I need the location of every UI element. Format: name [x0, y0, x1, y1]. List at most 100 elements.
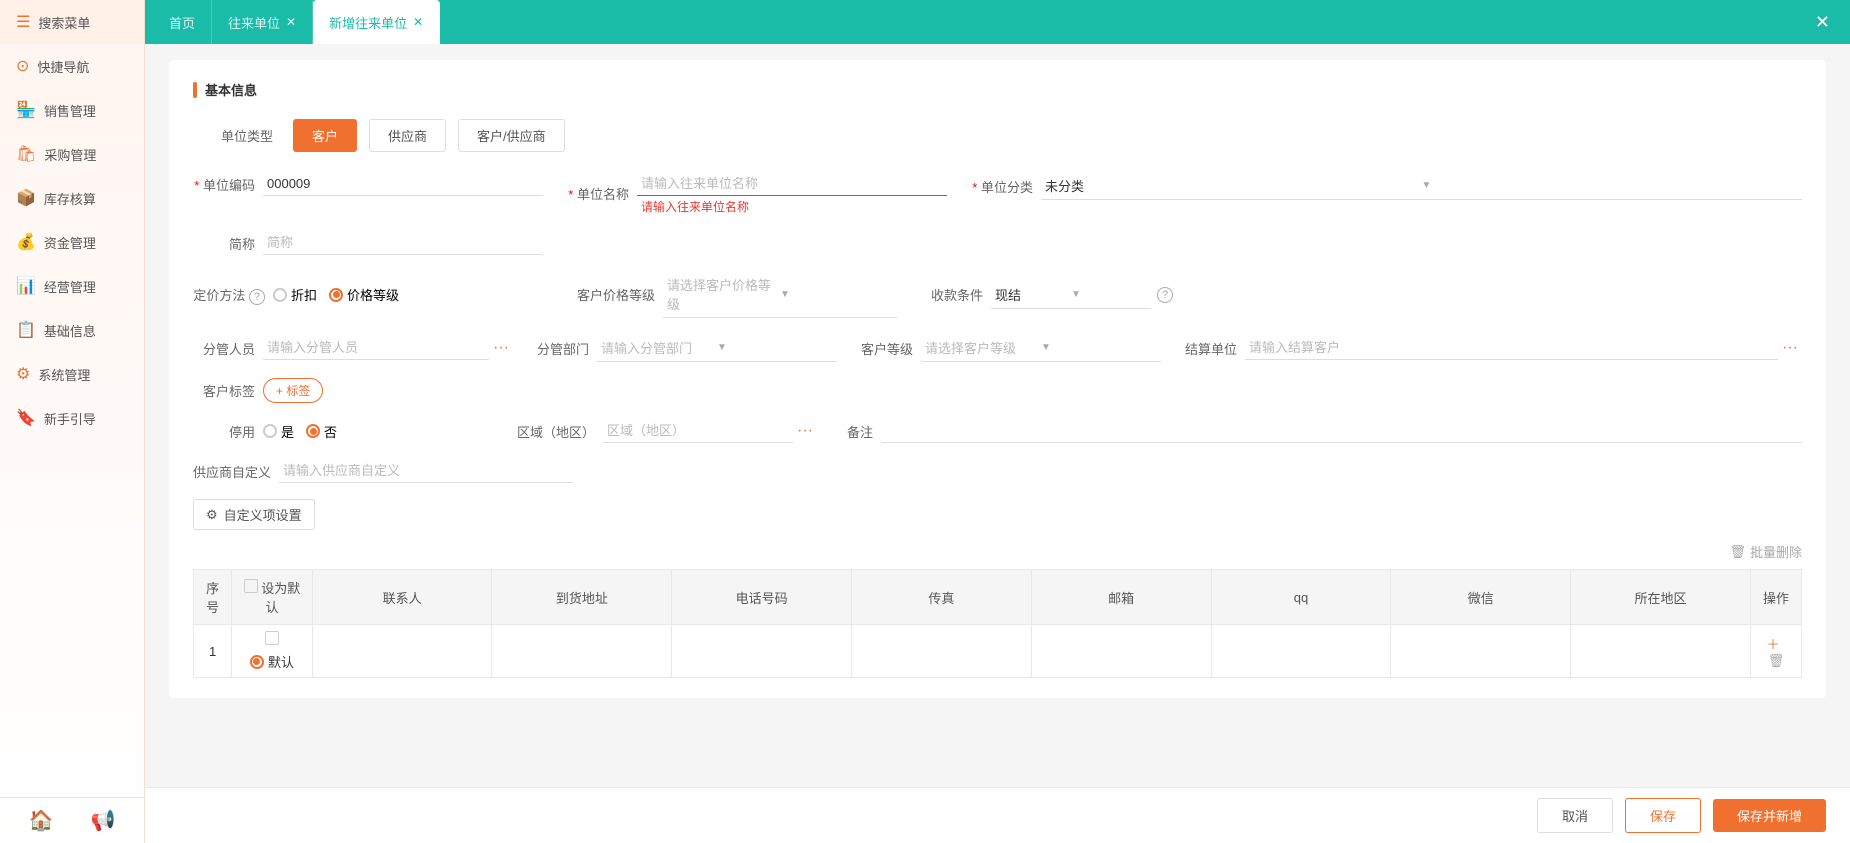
customer-price-level-select[interactable]: 请选择客户价格等级 ▼: [663, 271, 897, 318]
finance-icon: 💰: [16, 232, 36, 252]
sidebar-item-inventory[interactable]: 📦 库存核算: [0, 176, 144, 220]
customer-level-select[interactable]: 请选择客户等级 ▼: [921, 334, 1161, 362]
unit-category-select[interactable]: 未分类 ▼: [1041, 172, 1802, 200]
abbr-input[interactable]: [263, 231, 543, 255]
department-select[interactable]: 请输入分管部门 ▼: [597, 334, 837, 362]
sidebar-item-operation[interactable]: 📊 经营管理: [0, 264, 144, 308]
pricing-help-icon[interactable]: ?: [249, 289, 265, 305]
remark-label: 备注: [841, 422, 881, 441]
supplier-custom-label: 供应商自定义: [193, 462, 279, 481]
payment-terms-select[interactable]: 现结 ▼: [991, 281, 1151, 309]
group-abbr: 简称: [193, 231, 543, 255]
region-input[interactable]: [603, 419, 793, 443]
radio-price-level[interactable]: 价格等级: [329, 285, 399, 304]
btn-customer[interactable]: 客户: [293, 119, 357, 152]
qq-input[interactable]: [1218, 644, 1385, 659]
wechat-input[interactable]: [1397, 644, 1564, 659]
cancel-button[interactable]: 取消: [1537, 798, 1613, 833]
group-settlement-unit: 结算单位 ···: [1185, 336, 1802, 360]
unit-type-row: 单位类型 客户 供应商 客户/供应商: [193, 119, 1802, 152]
table-row: 1 默认: [194, 625, 1802, 678]
form-row-pricing: 定价方法 ? 折扣 价格等级 客户: [193, 271, 1802, 318]
tab-counterparty-close[interactable]: ✕: [286, 15, 296, 29]
td-fax[interactable]: [852, 625, 1032, 678]
sidebar-item-guide[interactable]: 🔖 新手引导: [0, 396, 144, 440]
save-button[interactable]: 保存: [1625, 798, 1701, 833]
purchase-icon: 🛍: [16, 144, 36, 164]
sidebar-item-finance[interactable]: 💰 资金管理: [0, 220, 144, 264]
btn-both[interactable]: 客户/供应商: [458, 119, 565, 152]
sidebar-item-basic[interactable]: 📋 基础信息: [0, 308, 144, 352]
remark-input[interactable]: [881, 419, 1802, 443]
td-address[interactable]: [492, 625, 672, 678]
fax-input[interactable]: [858, 644, 1025, 659]
checkbox-all[interactable]: [244, 579, 258, 593]
unit-name-input[interactable]: [637, 172, 947, 196]
radio-yes[interactable]: 是: [263, 422, 294, 441]
add-tag-button[interactable]: + 标签: [263, 378, 323, 403]
address-input[interactable]: [498, 644, 665, 659]
td-email[interactable]: [1031, 625, 1211, 678]
radio-no[interactable]: 否: [306, 422, 337, 441]
payment-help-icon[interactable]: ?: [1157, 287, 1173, 303]
td-phone[interactable]: [672, 625, 852, 678]
department-label: 分管部门: [537, 339, 597, 358]
tab-counterparty[interactable]: 往来单位 ✕: [212, 0, 313, 44]
th-action: 操作: [1750, 570, 1801, 625]
sidebar-item-quick-nav[interactable]: ⊙ 快捷导航: [0, 44, 144, 88]
tab-home[interactable]: 首页: [153, 0, 212, 44]
btn-supplier[interactable]: 供应商: [369, 119, 446, 152]
window-close-icon[interactable]: ✕: [1803, 12, 1842, 33]
radio-discount[interactable]: 折扣: [273, 285, 317, 304]
row-checkbox[interactable]: [265, 631, 279, 645]
phone-input[interactable]: [678, 644, 845, 659]
email-input[interactable]: [1038, 644, 1205, 659]
manager-input[interactable]: [263, 336, 489, 360]
unit-code-input[interactable]: [263, 172, 543, 196]
tab-new-counterparty[interactable]: 新增往来单位 ✕: [313, 0, 440, 44]
settlement-unit-input[interactable]: [1245, 336, 1778, 360]
gear-icon: ⚙: [206, 507, 218, 523]
sidebar-item-sales[interactable]: 🏪 销售管理: [0, 88, 144, 132]
row-region-input[interactable]: [1577, 644, 1744, 659]
sidebar-item-purchase[interactable]: 🛍 采购管理: [0, 132, 144, 176]
tab-new-counterparty-close[interactable]: ✕: [413, 15, 423, 29]
group-customer-price-level: 客户价格等级 请选择客户价格等级 ▼: [577, 271, 897, 318]
trash-icon: 🗑: [1729, 544, 1746, 560]
tab-bar: 首页 往来单位 ✕ 新增往来单位 ✕ ✕: [145, 0, 1850, 44]
td-seq: 1: [194, 625, 232, 678]
basic-info-card: 基本信息 单位类型 客户 供应商 客户/供应商 * 单位编码 * 单位名称: [169, 60, 1826, 698]
custom-settings-button[interactable]: ⚙ 自定义项设置: [193, 499, 315, 530]
inventory-icon: 📦: [16, 188, 36, 208]
supplier-custom-input[interactable]: [279, 459, 573, 483]
delete-row-icon[interactable]: 🗑: [1768, 653, 1785, 668]
payment-terms-label: 收款条件: [921, 285, 991, 304]
add-row-icon[interactable]: ＋: [1766, 637, 1779, 652]
td-region[interactable]: [1571, 625, 1751, 678]
td-wechat[interactable]: [1391, 625, 1571, 678]
section-title: 基本信息: [193, 80, 1802, 99]
form-row-1: * 单位编码 * 单位名称 请输入往来单位名称 * 单位分类 未分类 ▼: [193, 172, 1802, 215]
home-bottom-icon[interactable]: 🏠: [29, 808, 54, 833]
manager-more-icon[interactable]: ···: [489, 339, 513, 357]
th-contact: 联系人: [312, 570, 492, 625]
group-supplier-custom: 供应商自定义: [193, 459, 573, 483]
region-more-icon[interactable]: ···: [793, 422, 817, 440]
radio-price-level-circle: [329, 288, 343, 302]
batch-delete-button[interactable]: 🗑 批量删除: [1729, 542, 1802, 561]
settlement-more-icon[interactable]: ···: [1778, 339, 1802, 357]
chevron-down-icon: ▼: [780, 289, 893, 300]
set-default-radio[interactable]: 默认: [238, 652, 305, 671]
save-new-button[interactable]: 保存并新增: [1713, 799, 1826, 832]
td-contact[interactable]: [312, 625, 492, 678]
disabled-label: 停用: [193, 422, 263, 441]
radio-discount-label: 折扣: [291, 285, 317, 304]
sidebar-item-search[interactable]: ☰ 搜索菜单: [0, 0, 144, 44]
main-area: 首页 往来单位 ✕ 新增往来单位 ✕ ✕ 基本信息 单位类型 客户 供应商 客户…: [145, 0, 1850, 843]
sidebar-item-system[interactable]: ⚙ 系统管理: [0, 352, 144, 396]
chevron-down-icon: ▼: [1041, 342, 1157, 353]
td-qq[interactable]: [1211, 625, 1391, 678]
default-label: 默认: [268, 652, 294, 671]
contact-input[interactable]: [319, 644, 486, 659]
notify-icon[interactable]: 📢: [91, 808, 116, 833]
